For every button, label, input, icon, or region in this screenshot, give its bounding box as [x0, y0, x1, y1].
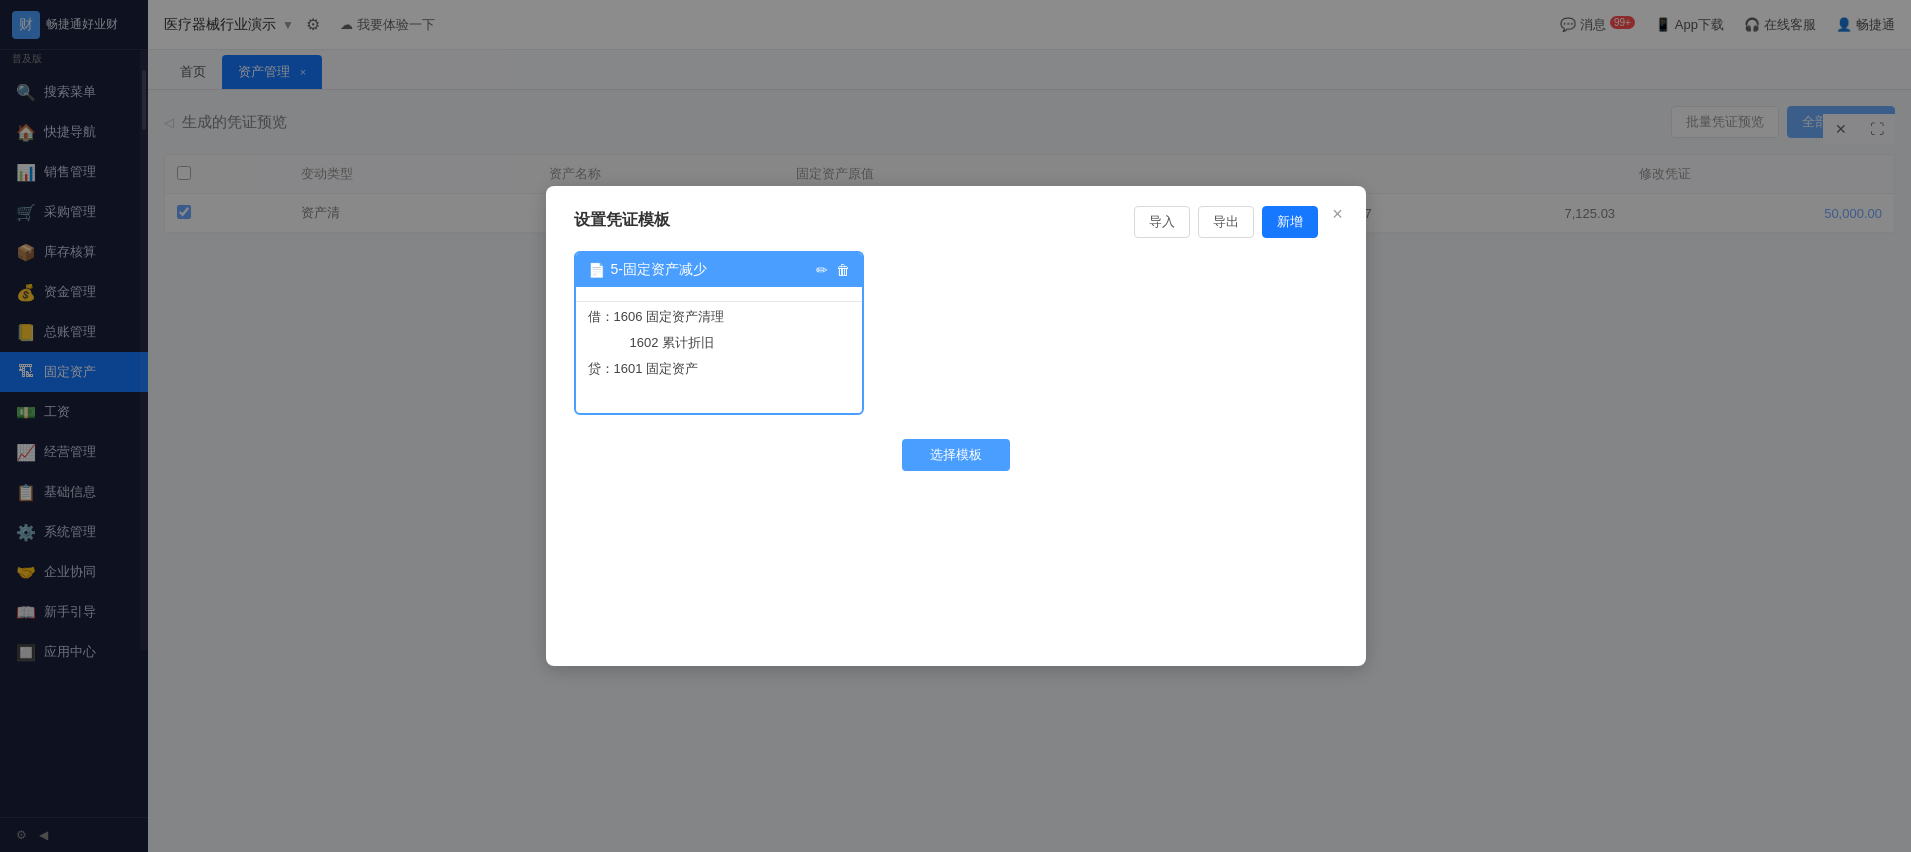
entry-1-label: 借：1606 固定资产清理 — [588, 308, 768, 326]
template-entry-empty — [576, 382, 862, 405]
template-card: 📄 5-固定资产减少 ✏ 🗑 借：1606 固定资产清理 — [574, 251, 864, 415]
template-header-left: 📄 5-固定资产减少 — [588, 261, 707, 279]
template-card-header: 📄 5-固定资产减少 ✏ 🗑 — [576, 253, 862, 287]
template-edit-icon[interactable]: ✏ — [816, 262, 828, 278]
template-entry-3: 贷：1601 固定资产 — [576, 356, 862, 382]
new-template-btn[interactable]: 新增 — [1262, 206, 1318, 238]
template-entry-2: 1602 累计折旧 — [576, 330, 862, 356]
template-body: 借：1606 固定资产清理 1602 累计折旧 贷：1601 固定资产 — [576, 287, 862, 413]
entry-2-label: 1602 累计折旧 — [588, 334, 768, 352]
template-entry-1: 借：1606 固定资产清理 — [576, 304, 862, 330]
modal-overlay: 设置凭证模板 导入 导出 新增 × 📄 5-固定资产减少 ✏ 🗑 — [0, 0, 1911, 852]
entry-3-label: 贷：1601 固定资产 — [588, 360, 768, 378]
dialog-close-btn[interactable]: × — [1326, 202, 1350, 226]
template-header-actions: ✏ 🗑 — [816, 262, 850, 278]
export-btn[interactable]: 导出 — [1198, 206, 1254, 238]
template-doc-icon: 📄 — [588, 262, 605, 278]
template-delete-icon[interactable]: 🗑 — [836, 262, 850, 278]
import-btn[interactable]: 导入 — [1134, 206, 1190, 238]
template-col-headers — [576, 295, 862, 302]
template-name: 5-固定资产减少 — [611, 261, 707, 279]
select-template-btn[interactable]: 选择模板 — [902, 439, 1010, 471]
template-dialog: 设置凭证模板 导入 导出 新增 × 📄 5-固定资产减少 ✏ 🗑 — [546, 186, 1366, 666]
dialog-toolbar: 导入 导出 新增 — [1134, 206, 1318, 238]
